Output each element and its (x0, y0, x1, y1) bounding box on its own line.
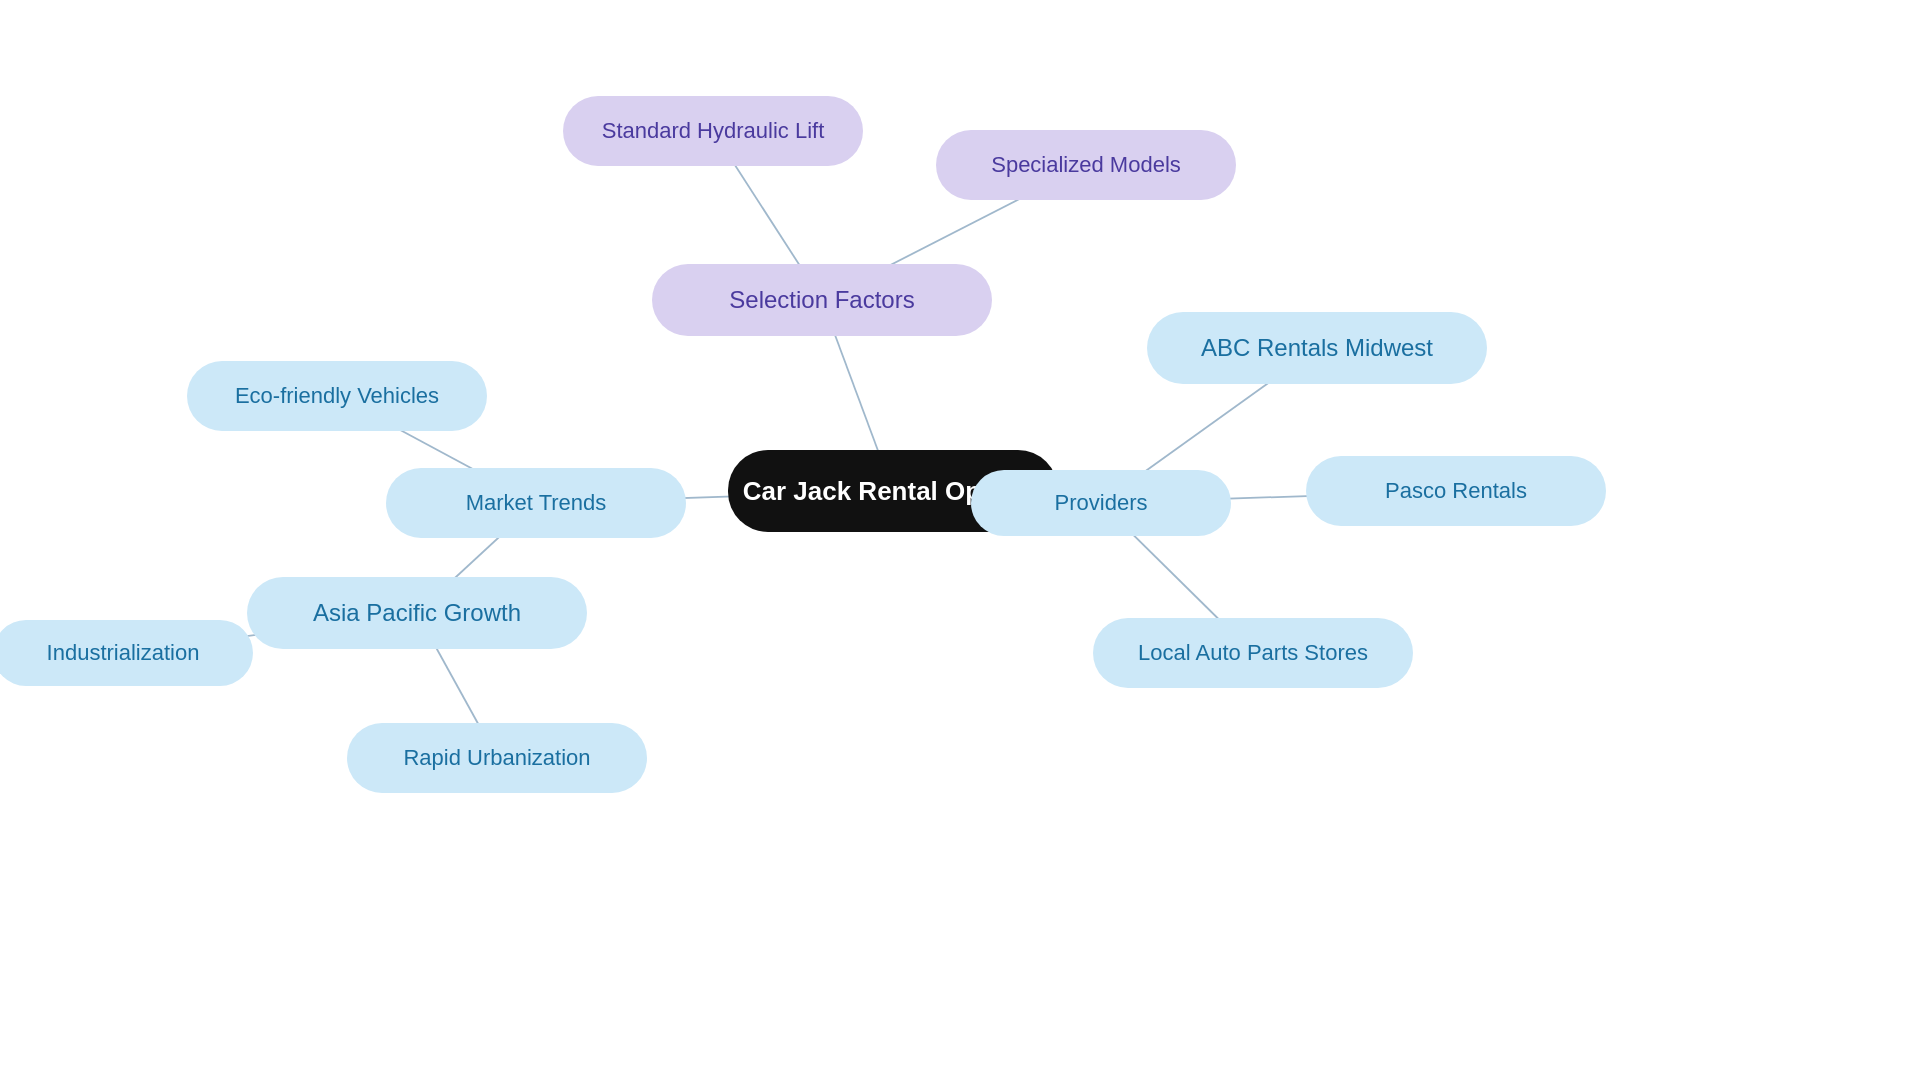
industrialization-node[interactable]: Industrialization (0, 620, 253, 686)
specialized-models-node[interactable]: Specialized Models (936, 130, 1236, 200)
eco-friendly-label: Eco-friendly Vehicles (235, 383, 439, 409)
abc-rentals-label: ABC Rentals Midwest (1201, 334, 1433, 362)
pasco-rentals-node[interactable]: Pasco Rentals (1306, 456, 1606, 526)
standard-hydraulic-node[interactable]: Standard Hydraulic Lift (563, 96, 863, 166)
local-auto-label: Local Auto Parts Stores (1138, 640, 1368, 666)
abc-rentals-node[interactable]: ABC Rentals Midwest (1147, 312, 1487, 384)
selection-factors-node[interactable]: Selection Factors (652, 264, 992, 336)
asia-pacific-label: Asia Pacific Growth (313, 599, 521, 627)
providers-label: Providers (1055, 490, 1148, 516)
specialized-models-label: Specialized Models (991, 152, 1181, 178)
market-trends-node[interactable]: Market Trends (386, 468, 686, 538)
selection-factors-label: Selection Factors (729, 286, 914, 314)
rapid-urbanization-node[interactable]: Rapid Urbanization (347, 723, 647, 793)
industrialization-label: Industrialization (47, 640, 200, 666)
rapid-urbanization-label: Rapid Urbanization (403, 745, 590, 771)
local-auto-node[interactable]: Local Auto Parts Stores (1093, 618, 1413, 688)
providers-node[interactable]: Providers (971, 470, 1231, 536)
standard-hydraulic-label: Standard Hydraulic Lift (602, 118, 825, 144)
eco-friendly-node[interactable]: Eco-friendly Vehicles (187, 361, 487, 431)
pasco-rentals-label: Pasco Rentals (1385, 478, 1527, 504)
asia-pacific-node[interactable]: Asia Pacific Growth (247, 577, 587, 649)
market-trends-label: Market Trends (466, 490, 607, 516)
